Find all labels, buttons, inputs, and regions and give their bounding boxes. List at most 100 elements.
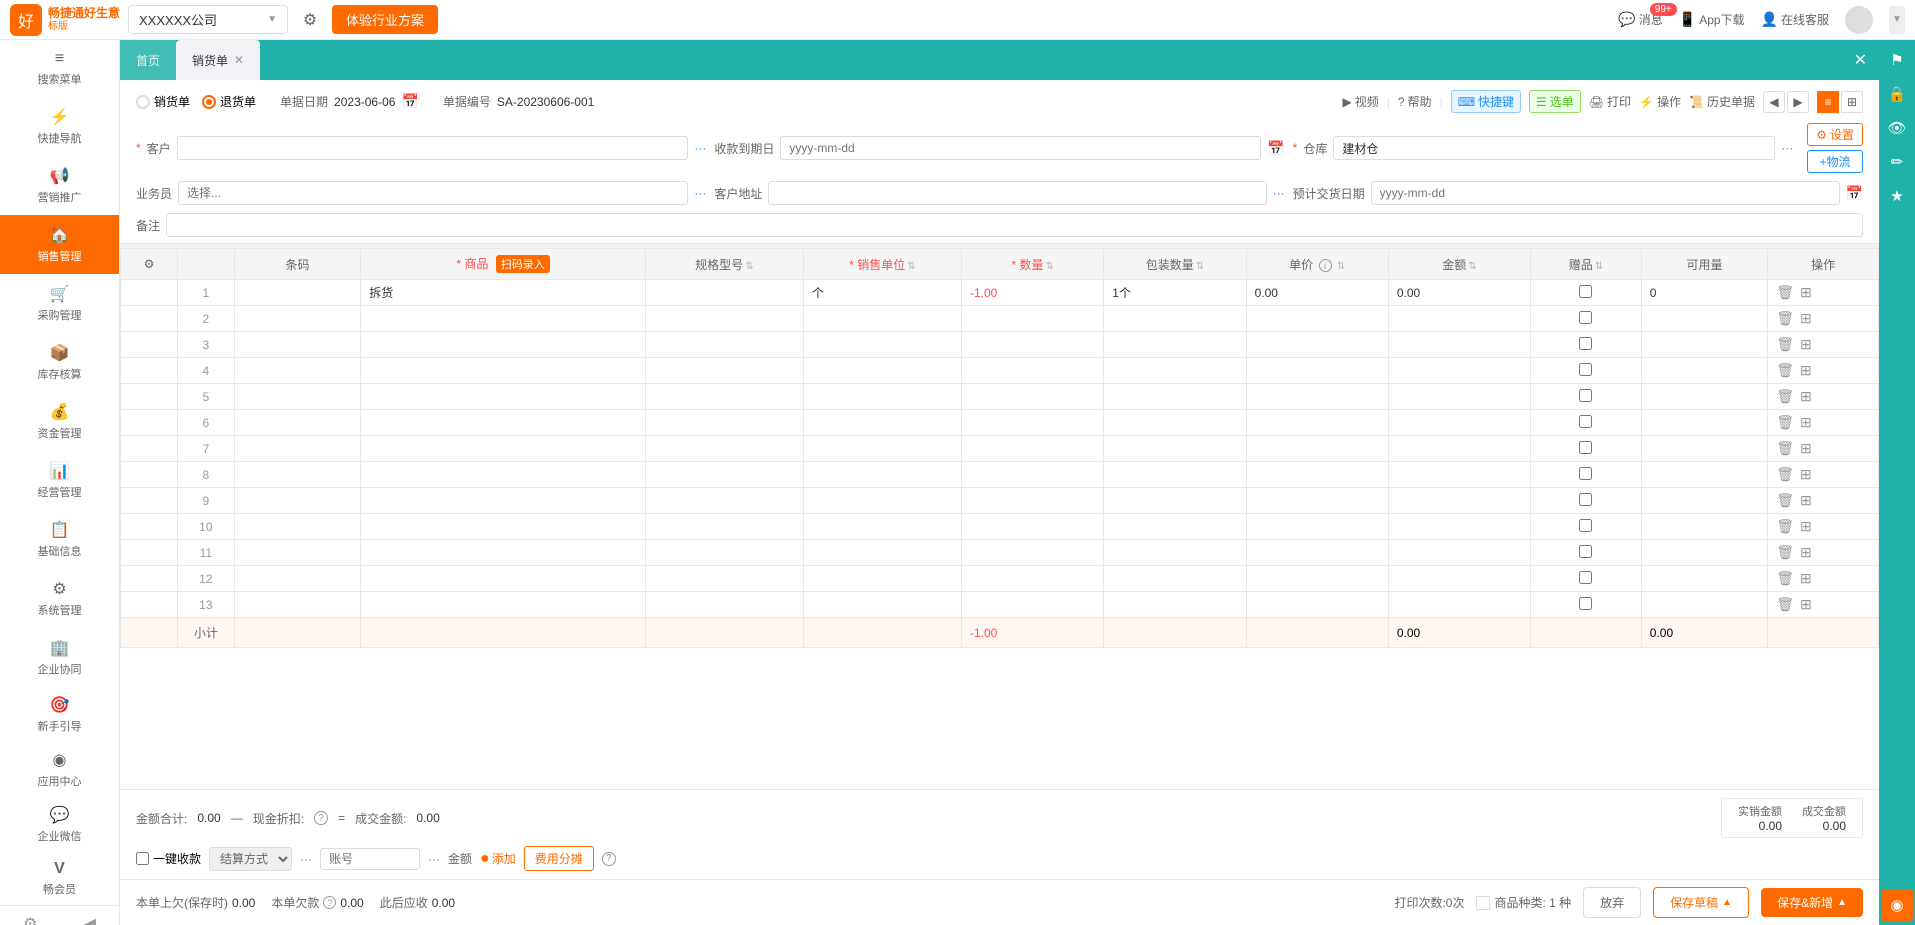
message-btn[interactable]: 💬 99+ 消息 xyxy=(1618,11,1662,28)
nav-next-btn[interactable]: ▶ xyxy=(1787,91,1809,113)
delete-icon[interactable]: 🗑 xyxy=(1776,310,1794,327)
copy-icon[interactable]: ⊞ xyxy=(1800,492,1812,509)
expense-help-icon[interactable]: ? xyxy=(602,852,616,866)
discard-btn[interactable]: 放弃 xyxy=(1583,887,1641,918)
warehouse-input[interactable] xyxy=(1333,136,1775,160)
tab-close-all-btn[interactable]: ✕ xyxy=(1842,50,1879,70)
delete-icon[interactable]: 🗑 xyxy=(1776,414,1794,431)
copy-icon[interactable]: ⊞ xyxy=(1800,466,1812,483)
right-panel-orange-btn[interactable]: ◉ xyxy=(1881,889,1913,921)
settings-btn[interactable]: ⚙ 设置 xyxy=(1807,123,1863,146)
sidebar-item-sales[interactable]: 🏠 销售管理 xyxy=(0,215,119,274)
copy-icon[interactable]: ⊞ xyxy=(1800,388,1812,405)
info-icon2[interactable]: ? xyxy=(323,896,336,909)
tab-close-btn[interactable]: ✕ xyxy=(234,53,244,67)
delete-icon[interactable]: 🗑 xyxy=(1776,466,1794,483)
right-panel-edit-btn[interactable]: ✏ xyxy=(1881,146,1913,178)
customer-dots[interactable]: ··· xyxy=(694,141,706,155)
delete-icon[interactable]: 🗑 xyxy=(1776,362,1794,379)
sidebar-item-system[interactable]: ⚙ 系统管理 xyxy=(0,569,119,628)
sidebar-item-apps[interactable]: ◉ 应用中心 xyxy=(0,742,119,797)
radio-return[interactable]: 退货单 xyxy=(202,93,256,110)
salesperson-input[interactable] xyxy=(178,181,688,205)
sidebar-item-wechat[interactable]: 💬 企业微信 xyxy=(0,797,119,852)
save-new-btn[interactable]: 保存&新增 ▲ xyxy=(1761,888,1863,917)
quickkey-btn[interactable]: ⌨ 快捷键 xyxy=(1451,90,1521,113)
sidebar-item-inventory[interactable]: 📦 库存核算 xyxy=(0,333,119,392)
delete-icon[interactable]: 🗑 xyxy=(1776,440,1794,457)
app-download-btn[interactable]: 📱 App下载 xyxy=(1679,11,1745,28)
print-btn[interactable]: 🖨 打印 xyxy=(1589,93,1631,110)
copy-icon[interactable]: ⊞ xyxy=(1800,570,1812,587)
customer-addr-input[interactable] xyxy=(768,181,1266,205)
trial-btn[interactable]: 体验行业方案 xyxy=(332,5,438,34)
sidebar-item-finance[interactable]: 💰 资金管理 xyxy=(0,392,119,451)
sidebar-item-enterprise[interactable]: 🏢 企业协同 xyxy=(0,628,119,687)
right-panel-lock-btn[interactable]: 🔒 xyxy=(1881,78,1913,110)
info-icon[interactable]: ? xyxy=(314,811,328,825)
copy-icon[interactable]: ⊞ xyxy=(1800,414,1812,431)
help-btn[interactable]: ? 帮助 xyxy=(1398,93,1432,110)
delete-icon[interactable]: 🗑 xyxy=(1776,596,1794,613)
payment-dots[interactable]: ··· xyxy=(300,852,312,866)
sidebar-collapse-btn[interactable]: ◀ xyxy=(84,914,96,925)
sidebar-item-guide[interactable]: 🎯 新手引导 xyxy=(0,687,119,742)
save-draft-btn[interactable]: 保存草稿 ▲ xyxy=(1653,887,1749,918)
select-btn[interactable]: ☰ 选单 xyxy=(1529,90,1581,113)
nav-prev-btn[interactable]: ◀ xyxy=(1763,91,1785,113)
customer-addr-dots[interactable]: ··· xyxy=(1273,186,1285,200)
warehouse-dots[interactable]: ··· xyxy=(1781,141,1793,155)
view-list-btn[interactable]: ≡ xyxy=(1817,91,1839,113)
copy-icon[interactable]: ⊞ xyxy=(1800,284,1812,301)
expense-split-btn[interactable]: 费用分摊 xyxy=(524,846,594,871)
sidebar-item-search[interactable]: ≡ 搜索菜单 xyxy=(0,40,119,97)
delete-icon[interactable]: 🗑 xyxy=(1776,570,1794,587)
notes-input[interactable] xyxy=(166,213,1863,237)
company-selector[interactable]: XXXXXX公司 ▼ xyxy=(128,5,288,34)
checkbox-product-types[interactable] xyxy=(1476,896,1490,910)
delete-icon[interactable]: 🗑 xyxy=(1776,388,1794,405)
quick-pay-checkbox[interactable]: 一键收款 xyxy=(136,850,201,867)
calendar-icon[interactable]: 📅 xyxy=(401,93,418,110)
receipt-date-input[interactable] xyxy=(780,136,1261,160)
add-btn[interactable]: ● 添加 xyxy=(480,850,516,868)
delete-icon[interactable]: 🗑 xyxy=(1776,544,1794,561)
delete-icon[interactable]: 🗑 xyxy=(1776,336,1794,353)
sidebar-item-members[interactable]: V 畅会员 xyxy=(0,852,119,905)
sidebar-settings-btn[interactable]: ⚙ xyxy=(23,914,37,925)
sidebar-item-purchase[interactable]: 🛒 采购管理 xyxy=(0,274,119,333)
copy-icon[interactable]: ⊞ xyxy=(1800,440,1812,457)
online-service-btn[interactable]: 👤 在线客服 xyxy=(1761,11,1829,28)
radio-sales[interactable]: 销货单 xyxy=(136,93,190,110)
avatar[interactable] xyxy=(1845,6,1873,34)
copy-icon[interactable]: ⊞ xyxy=(1800,310,1812,327)
price-info-icon[interactable]: i xyxy=(1319,259,1332,272)
sidebar-item-marketing[interactable]: 📢 营销推广 xyxy=(0,156,119,215)
payment-account-dots[interactable]: ··· xyxy=(428,852,440,866)
delete-icon[interactable]: 🗑 xyxy=(1776,284,1794,301)
delete-icon[interactable]: 🗑 xyxy=(1776,492,1794,509)
right-panel-flag-btn[interactable]: ⚑ xyxy=(1881,44,1913,76)
history-btn[interactable]: 📜 历史单据 xyxy=(1689,93,1755,110)
settings-icon-btn[interactable]: ⚙ xyxy=(296,6,324,34)
payment-method-select[interactable]: 结算方式 xyxy=(209,847,292,871)
copy-icon[interactable]: ⊞ xyxy=(1800,544,1812,561)
copy-icon[interactable]: ⊞ xyxy=(1800,518,1812,535)
user-expand-btn[interactable]: ▼ xyxy=(1889,6,1905,34)
right-panel-eye-btn[interactable]: 👁 xyxy=(1881,112,1913,144)
sidebar-item-operations[interactable]: 📊 经营管理 xyxy=(0,451,119,510)
expected-calendar-icon[interactable]: 📅 xyxy=(1846,185,1863,202)
view-grid-btn[interactable]: ⊞ xyxy=(1841,91,1863,113)
copy-icon[interactable]: ⊞ xyxy=(1800,336,1812,353)
customer-input[interactable] xyxy=(177,136,689,160)
logistics-btn[interactable]: +物流 xyxy=(1807,150,1863,173)
expected-date-input[interactable] xyxy=(1371,181,1840,205)
payment-account-input[interactable] xyxy=(320,848,420,870)
th-settings[interactable]: ⚙ xyxy=(121,249,178,280)
video-btn[interactable]: ▶ 视频 xyxy=(1342,93,1378,110)
right-panel-star-btn[interactable]: ★ xyxy=(1881,180,1913,212)
tab-home[interactable]: 首页 xyxy=(120,40,176,80)
salesperson-dots[interactable]: ··· xyxy=(694,186,706,200)
copy-icon[interactable]: ⊞ xyxy=(1800,596,1812,613)
sidebar-item-quicknav[interactable]: ⚡ 快捷导航 xyxy=(0,97,119,156)
